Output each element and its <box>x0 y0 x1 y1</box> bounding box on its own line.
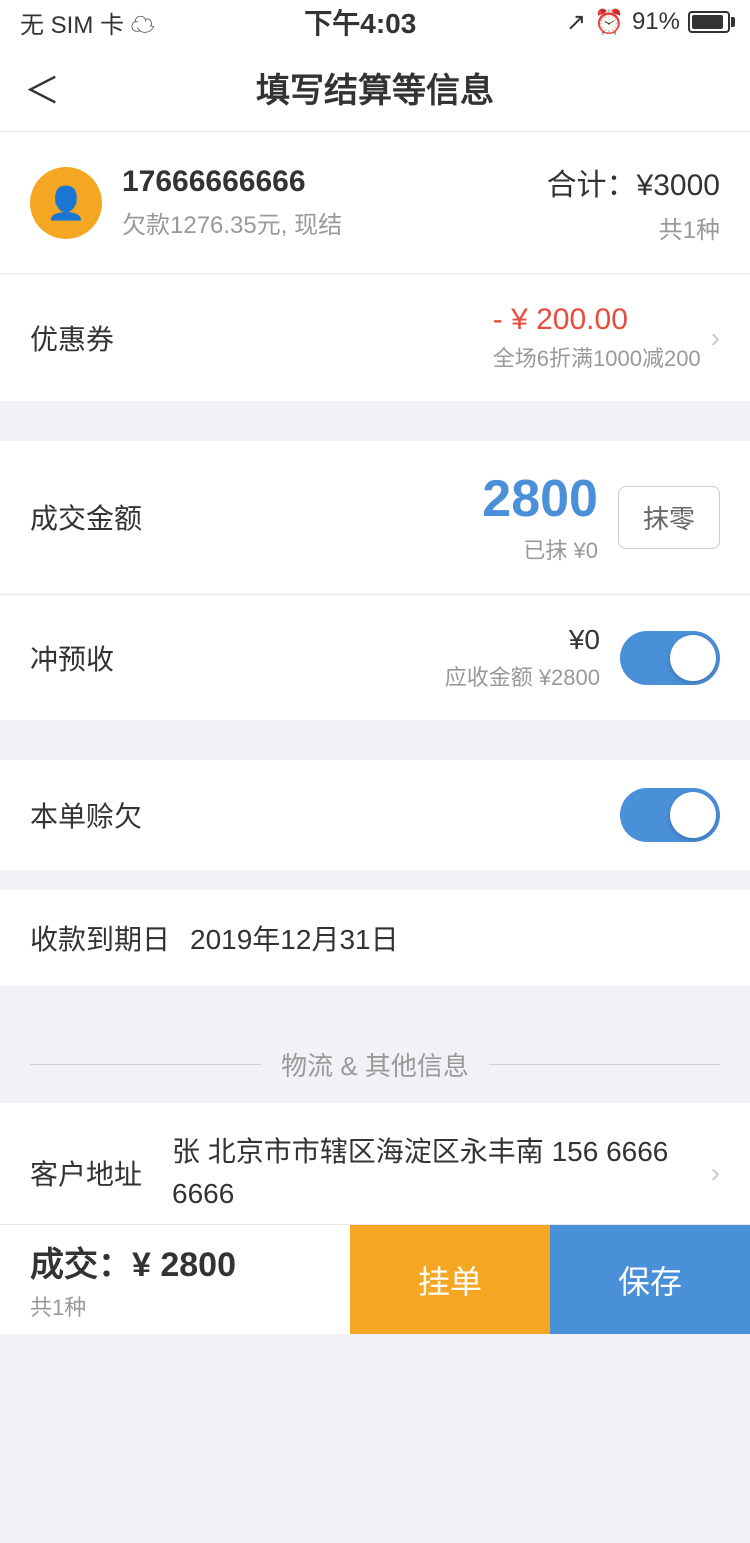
round-button[interactable]: 抹零 <box>618 486 720 549</box>
alarm-icon: ⏰ <box>594 8 624 37</box>
divider-gray-3 <box>0 1006 750 1026</box>
transaction-sub: 已抹 ¥0 <box>482 533 598 565</box>
precollect-toggle[interactable] <box>620 631 720 685</box>
precollect-value: ¥0 <box>445 624 600 656</box>
divider-line-right <box>489 1064 720 1065</box>
battery-percent: 91% <box>632 8 680 36</box>
debt-label: 本单赊欠 <box>30 795 142 835</box>
total-amount: 合计：¥3000 <box>547 160 720 204</box>
coupon-label: 优惠券 <box>30 318 114 358</box>
coupon-row[interactable]: 优惠券 - ¥ 200.00 全场6折满1000减200 › <box>0 275 750 401</box>
transaction-right: 2800 已抹 ¥0 抹零 <box>482 469 720 565</box>
address-chevron-icon: › <box>711 1157 720 1189</box>
bottom-bar: 成交：¥ 2800 共1种 挂单 保存 <box>0 1224 750 1334</box>
due-date-label: 收款到期日 <box>30 918 170 958</box>
bottom-buttons: 挂单 保存 <box>350 1225 750 1334</box>
nav-bar: ＜ 填写结算等信息 <box>0 44 750 132</box>
status-left: 无 SIM 卡 ☁ <box>20 5 155 40</box>
back-button[interactable]: ＜ <box>24 62 60 114</box>
transaction-amount-col: 2800 已抹 ¥0 <box>482 469 598 565</box>
toggle-thumb-2 <box>670 792 716 838</box>
address-content: 张 北京市市辖区海淀区永丰南 156 6666 6666 <box>172 1131 701 1215</box>
user-left: 👤 17666666666 欠款1276.35元, 现结 <box>30 165 342 240</box>
battery-icon <box>688 11 730 33</box>
user-total: 合计：¥3000 共1种 <box>547 160 720 245</box>
status-bar: 无 SIM 卡 ☁ 下午4:03 ↗ ⏰ 91% <box>0 0 750 44</box>
transaction-value: 2800 <box>482 469 598 529</box>
debt-toggle[interactable] <box>620 788 720 842</box>
toggle-thumb-1 <box>670 635 716 681</box>
user-debt: 欠款1276.35元, 现结 <box>122 205 342 240</box>
transaction-label: 成交金额 <box>30 497 142 537</box>
user-info-card: 👤 17666666666 欠款1276.35元, 现结 合计：¥3000 共1… <box>0 132 750 273</box>
address-section[interactable]: 客户地址 张 北京市市辖区海淀区永丰南 156 6666 6666 › <box>0 1103 750 1243</box>
precollect-right: ¥0 应收金额 ¥2800 <box>445 624 720 692</box>
divider-gray-2 <box>0 740 750 760</box>
precollect-section: 冲预收 ¥0 应收金额 ¥2800 <box>0 595 750 720</box>
user-details: 17666666666 欠款1276.35元, 现结 <box>122 165 342 240</box>
deal-amount: ¥ 2800 <box>132 1246 236 1284</box>
transaction-amount-section: 成交金额 2800 已抹 ¥0 抹零 <box>0 441 750 593</box>
user-phone: 17666666666 <box>122 165 342 199</box>
address-right: 张 北京市市辖区海淀区永丰南 156 6666 6666 › <box>172 1131 720 1215</box>
coupon-right: - ¥ 200.00 全场6折满1000减200 › <box>493 303 720 373</box>
coupon-desc: 全场6折满1000减200 <box>493 341 701 373</box>
status-right: ↗ ⏰ 91% <box>566 8 730 37</box>
page-title: 填写结算等信息 <box>256 63 494 112</box>
chevron-right-icon: › <box>711 322 720 354</box>
location-icon: ↗ <box>566 8 586 37</box>
logistics-label: 物流 & 其他信息 <box>281 1046 469 1083</box>
precollect-label: 冲预收 <box>30 638 114 678</box>
bottom-deal-row: 成交：¥ 2800 <box>30 1237 320 1286</box>
divider-line-left <box>30 1064 261 1065</box>
due-row: 收款到期日 2019年12月31日 <box>30 918 720 958</box>
deal-label: 成交： <box>30 1246 132 1284</box>
divider-gray-1 <box>0 421 750 441</box>
total-count: 共1种 <box>547 210 720 245</box>
logistics-divider: 物流 & 其他信息 <box>0 1026 750 1103</box>
save-button[interactable]: 保存 <box>550 1225 750 1334</box>
hold-button[interactable]: 挂单 <box>350 1225 550 1334</box>
coupon-amount: - ¥ 200.00 <box>493 303 701 337</box>
status-time: 下午4:03 <box>304 2 416 42</box>
avatar-icon: 👤 <box>46 184 86 222</box>
precollect-amount-col: ¥0 应收金额 ¥2800 <box>445 624 600 692</box>
sim-label: 无 SIM 卡 ☁ <box>20 5 155 40</box>
avatar: 👤 <box>30 167 102 239</box>
bottom-count: 共1种 <box>30 1290 320 1322</box>
due-date-section: 收款到期日 2019年12月31日 <box>0 890 750 986</box>
bottom-spacer <box>0 1423 750 1543</box>
debt-section: 本单赊欠 <box>0 760 750 870</box>
precollect-sub: 应收金额 ¥2800 <box>445 660 600 692</box>
due-date-value: 2019年12月31日 <box>190 918 399 958</box>
coupon-info: - ¥ 200.00 全场6折满1000减200 <box>493 303 701 373</box>
bottom-summary: 成交：¥ 2800 共1种 <box>0 1237 350 1322</box>
address-label: 客户地址 <box>30 1153 142 1193</box>
